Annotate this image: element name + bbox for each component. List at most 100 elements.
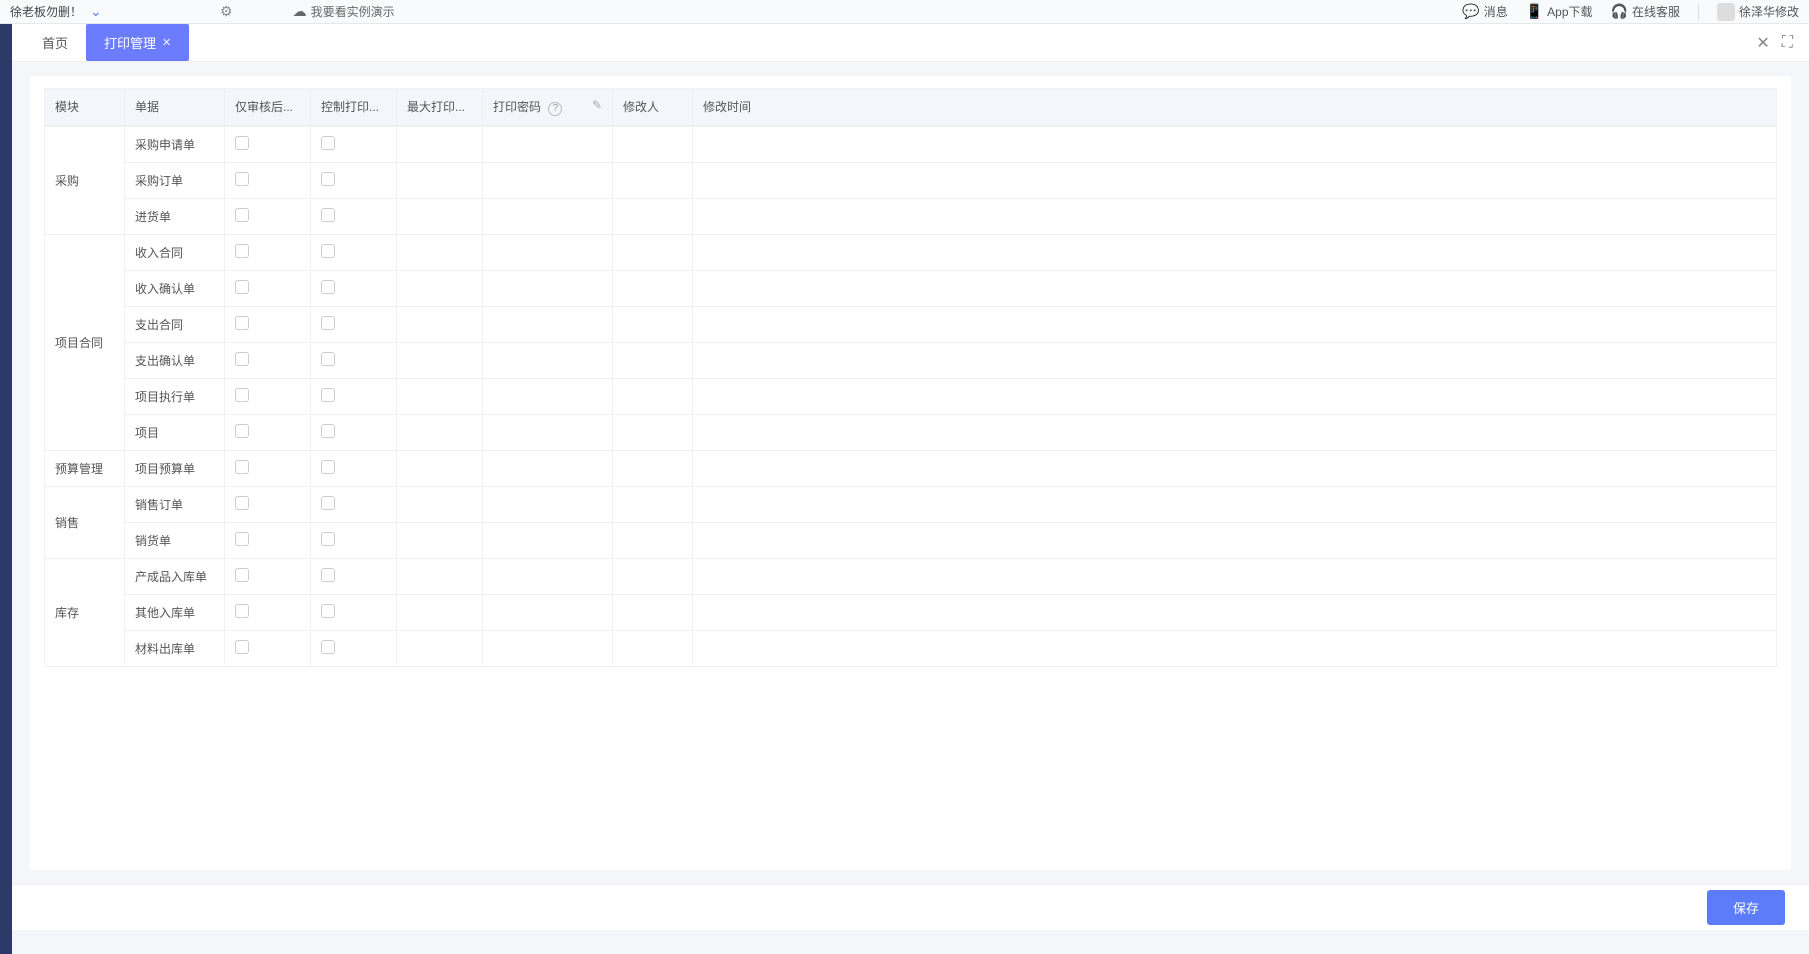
cell-modify-time — [693, 235, 1777, 271]
checkbox[interactable] — [235, 280, 249, 294]
checkbox[interactable] — [235, 532, 249, 546]
checkbox[interactable] — [321, 280, 335, 294]
edit-icon[interactable]: ✎ — [592, 98, 602, 112]
tabsbar: 首页 打印管理 ✕ ✕ ⛶ — [0, 24, 1809, 62]
th-modifier: 修改人 — [613, 89, 693, 126]
cell-max-print — [397, 487, 483, 523]
checkbox[interactable] — [235, 208, 249, 222]
tab-print-mgmt[interactable]: 打印管理 ✕ — [86, 24, 189, 61]
checkbox[interactable] — [321, 640, 335, 654]
checkbox[interactable] — [235, 460, 249, 474]
checkbox[interactable] — [235, 316, 249, 330]
cell-print-password — [483, 127, 613, 163]
cell-bill: 销货单 — [125, 523, 225, 559]
user-menu[interactable]: 徐泽华修改 — [1717, 3, 1799, 21]
checkbox[interactable] — [321, 460, 335, 474]
checkbox[interactable] — [321, 244, 335, 258]
cell-modify-time — [693, 127, 1777, 163]
cell-modifier — [613, 415, 693, 451]
checkbox[interactable] — [235, 496, 249, 510]
checkbox[interactable] — [321, 388, 335, 402]
cell-max-print — [397, 199, 483, 235]
messages-label: 消息 — [1484, 3, 1508, 20]
checkbox[interactable] — [321, 604, 335, 618]
cell-after-audit — [225, 127, 311, 163]
checkbox[interactable] — [235, 568, 249, 582]
cell-control-print — [311, 487, 397, 523]
checkbox[interactable] — [235, 352, 249, 366]
cell-modify-time — [693, 487, 1777, 523]
close-all-icon[interactable]: ✕ — [1756, 33, 1769, 53]
gear-icon[interactable]: ⚙ — [220, 3, 233, 20]
company-select[interactable]: 徐老板勿删！ ⌄ — [10, 3, 210, 20]
cell-bill: 项目预算单 — [125, 451, 225, 487]
checkbox[interactable] — [321, 352, 335, 366]
cell-modifier — [613, 199, 693, 235]
cell-print-password — [483, 199, 613, 235]
print-settings-table-body: 采购采购申请单采购订单进货单项目合同收入合同收入确认单支出合同支出确认单项目执行… — [44, 126, 1777, 667]
cell-control-print — [311, 127, 397, 163]
checkbox[interactable] — [235, 640, 249, 654]
checkbox[interactable] — [321, 532, 335, 546]
cell-control-print — [311, 307, 397, 343]
checkbox[interactable] — [321, 208, 335, 222]
cell-bill: 项目 — [125, 415, 225, 451]
checkbox[interactable] — [235, 136, 249, 150]
cell-max-print — [397, 559, 483, 595]
cell-modify-time — [693, 595, 1777, 631]
cell-after-audit — [225, 487, 311, 523]
table-row: 销售销售订单 — [45, 487, 1777, 523]
cell-print-password — [483, 343, 613, 379]
app-download-label: App下载 — [1547, 3, 1592, 20]
close-icon[interactable]: ✕ — [162, 36, 171, 49]
tab-print-mgmt-label: 打印管理 — [104, 33, 156, 52]
cell-bill: 支出合同 — [125, 307, 225, 343]
cell-after-audit — [225, 343, 311, 379]
checkbox[interactable] — [235, 604, 249, 618]
table-body-scroll[interactable]: 采购采购申请单采购订单进货单项目合同收入合同收入确认单支出合同支出确认单项目执行… — [44, 126, 1777, 858]
cell-modify-time — [693, 415, 1777, 451]
cell-after-audit — [225, 523, 311, 559]
checkbox[interactable] — [235, 244, 249, 258]
save-button[interactable]: 保存 — [1707, 890, 1785, 925]
cell-bill: 进货单 — [125, 199, 225, 235]
cell-modifier — [613, 487, 693, 523]
cell-max-print — [397, 523, 483, 559]
cell-max-print — [397, 343, 483, 379]
headset-icon: 🎧 — [1611, 3, 1628, 20]
cell-module: 项目合同 — [45, 235, 125, 451]
cell-modifier — [613, 379, 693, 415]
checkbox[interactable] — [321, 172, 335, 186]
checkbox[interactable] — [321, 568, 335, 582]
cell-print-password — [483, 487, 613, 523]
cell-modifier — [613, 307, 693, 343]
messages-link[interactable]: 💬 消息 — [1462, 3, 1507, 20]
cell-max-print — [397, 415, 483, 451]
checkbox[interactable] — [235, 388, 249, 402]
tab-home[interactable]: 首页 — [24, 24, 86, 61]
demo-link[interactable]: ☁ 我要看实例演示 — [293, 3, 395, 20]
fullscreen-icon[interactable]: ⛶ — [1782, 34, 1793, 52]
checkbox[interactable] — [321, 496, 335, 510]
help-icon[interactable]: ? — [548, 102, 562, 116]
checkbox[interactable] — [235, 424, 249, 438]
table-row: 支出确认单 — [45, 343, 1777, 379]
th-max-print: 最大打印... — [397, 89, 483, 126]
table-row: 库存产成品入库单 — [45, 559, 1777, 595]
online-service-link[interactable]: 🎧 在线客服 — [1611, 3, 1680, 20]
checkbox[interactable] — [321, 136, 335, 150]
cell-max-print — [397, 271, 483, 307]
checkbox[interactable] — [235, 172, 249, 186]
cell-control-print — [311, 631, 397, 667]
chat-icon: 💬 — [1462, 3, 1479, 20]
checkbox[interactable] — [321, 316, 335, 330]
cell-after-audit — [225, 595, 311, 631]
cell-print-password — [483, 595, 613, 631]
footer: 保存 — [12, 884, 1809, 930]
cell-modify-time — [693, 163, 1777, 199]
cell-control-print — [311, 199, 397, 235]
cell-modify-time — [693, 271, 1777, 307]
app-download-link[interactable]: 📱 App下载 — [1526, 3, 1593, 20]
checkbox[interactable] — [321, 424, 335, 438]
cell-control-print — [311, 343, 397, 379]
